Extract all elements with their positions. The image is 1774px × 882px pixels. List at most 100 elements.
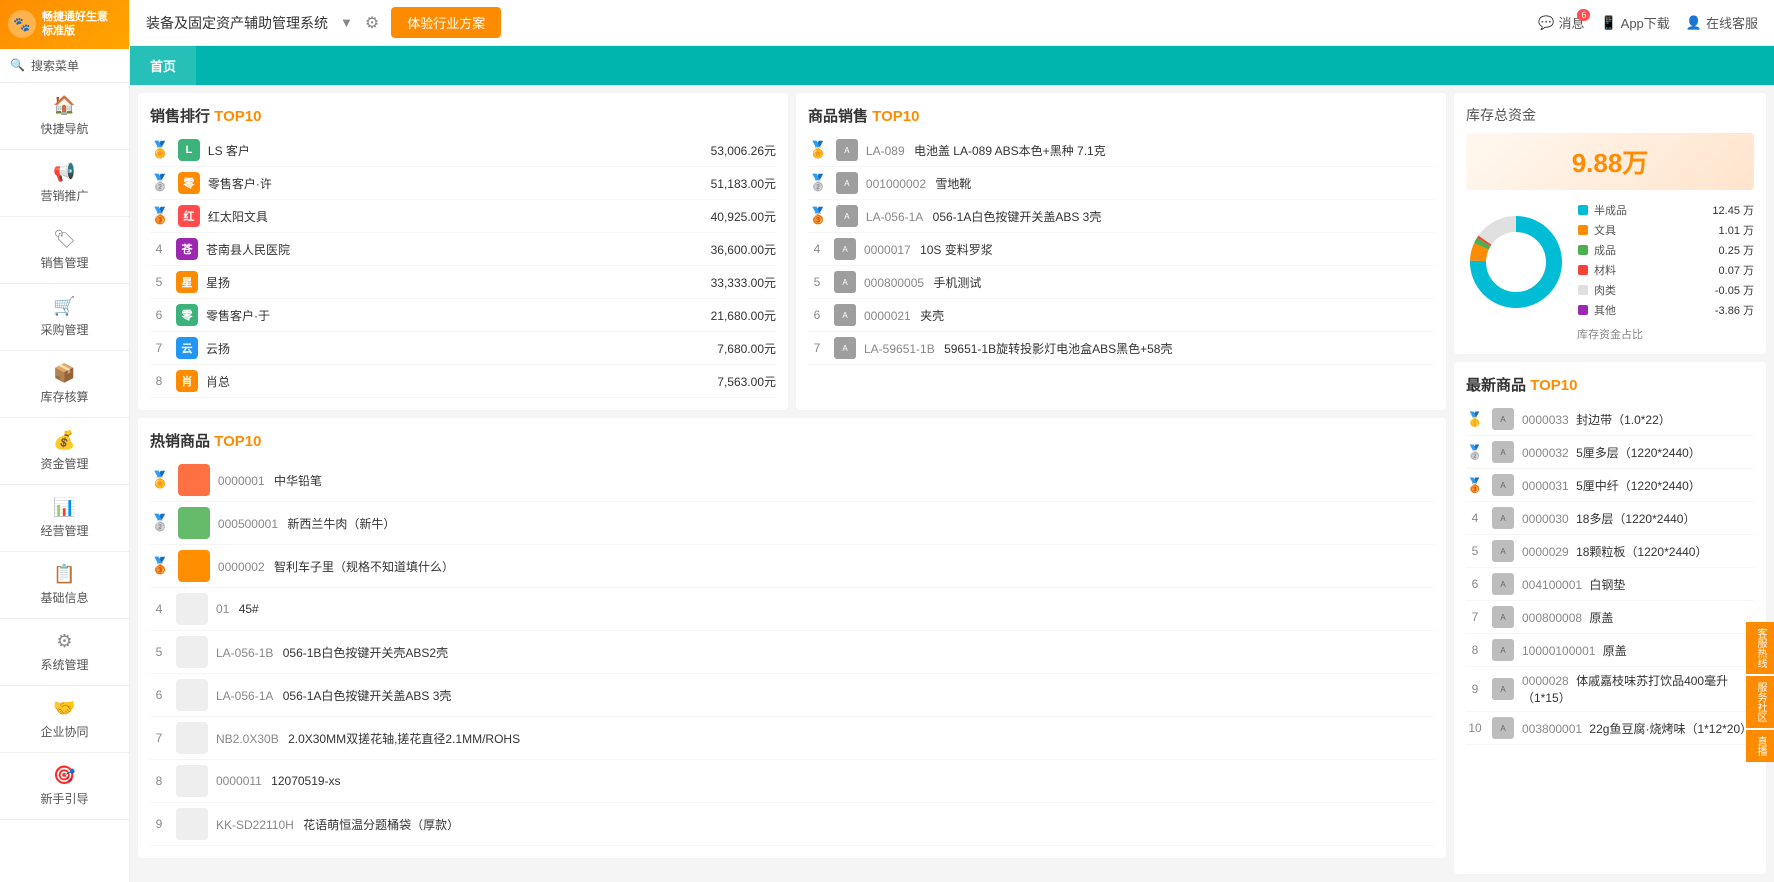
inventory-amount-value: 9.88	[1572, 148, 1623, 178]
legend-item-other: 其他 -3.86 万	[1578, 302, 1754, 318]
marketing-icon: 📢	[53, 162, 75, 183]
sidebar-item-label: 经营管理	[40, 522, 88, 539]
sales-row: 🏅 L LS 客户 53,006.26元	[150, 134, 776, 167]
sidebar-item-label: 采购管理	[40, 321, 88, 338]
main-area: 装备及固定资产辅助管理系统 ▼ ⚙ 体验行业方案 💬 消息 6 📱 App下载 …	[130, 0, 1774, 882]
float-service-community[interactable]: 服务社区	[1746, 676, 1774, 728]
app-download-button[interactable]: 📱 App下载	[1600, 13, 1669, 32]
hot-product-row-9: 9 KK-SD22110H 花语萌恒温分题桶袋（厚款）	[150, 803, 1434, 846]
prod-img-5: A	[834, 271, 856, 293]
new-rank-num-6: 6	[1466, 577, 1484, 591]
legend-item-finished: 成品 0.25 万	[1578, 242, 1754, 258]
sidebar-item-inventory[interactable]: 📦 库存核算	[0, 351, 129, 418]
customer-name-6: 零售客户·于	[206, 307, 678, 324]
logo-text: 畅捷通好生意 标准版	[42, 10, 108, 39]
hot-prod-info-3: 0000002 智利车子里（规格不知道填什么）	[218, 558, 1434, 575]
rank-badge-8: 肖	[176, 370, 198, 392]
rank-medal-1: 🏅	[150, 140, 170, 160]
finance-icon: 💰	[53, 430, 75, 451]
rank-num-5: 5	[150, 275, 168, 289]
sidebar-item-info[interactable]: 📋 基础信息	[0, 552, 129, 619]
legend-name-material: 材料	[1594, 262, 1698, 278]
customer-name-2: 零售客户·许	[208, 175, 678, 192]
phone-icon: 📱	[1600, 15, 1616, 31]
sidebar-item-sales[interactable]: 🏷 销售管理	[0, 217, 129, 284]
new-prod-row-7: 7 A 000800008 原盖	[1466, 601, 1754, 634]
sales-ranking-title: 销售排行 TOP10	[150, 105, 776, 126]
hot-rank-num-5: 5	[150, 645, 168, 659]
product-sales-row: 7 A LA-59651-1B 59651-1B旋转投影灯电池盒ABS黑色+58…	[808, 332, 1434, 365]
sidebar-search[interactable]: 🔍 搜索菜单	[0, 49, 129, 83]
online-service-button[interactable]: 👤 在线客服	[1686, 13, 1758, 32]
customer-amount-3: 40,925.00元	[686, 208, 776, 225]
product-info-4: 0000017 10S 变料罗浆	[864, 241, 1434, 258]
guide-icon: 🎯	[53, 765, 75, 786]
new-prod-info-8: 10000100001 原盖	[1522, 642, 1754, 659]
inventory-unit: 万	[1622, 148, 1648, 178]
hot-products-panel: 热销商品 TOP10 🏅 0000001 中华铅笔 🥈	[138, 418, 1446, 858]
inventory-amount: 9.88万	[1466, 133, 1754, 190]
rank-num-4: 4	[808, 242, 826, 256]
product-info-6: 0000021 夹壳	[864, 307, 1434, 324]
new-products-title: 最新商品 TOP10	[1466, 374, 1754, 395]
legend-dot-stationery	[1578, 225, 1588, 235]
legend-dot-material	[1578, 265, 1588, 275]
hot-prod-thumb-2	[178, 507, 210, 539]
trial-button[interactable]: 体验行业方案	[391, 7, 501, 38]
hot-rank-3: 🥉	[150, 556, 170, 576]
home-icon: 🏠	[53, 95, 75, 116]
new-prod-info-1: 0000033 封边带（1.0*22）	[1522, 411, 1754, 428]
legend-val-material: 0.07 万	[1704, 262, 1754, 278]
customer-amount-1: 53,006.26元	[686, 142, 776, 159]
new-rank-num-7: 7	[1466, 610, 1484, 624]
prod-img-1: A	[836, 139, 858, 161]
float-service: 客服热线 服务社区 直播	[1746, 622, 1774, 762]
rank-num-8: 8	[150, 374, 168, 388]
rank-num-7: 7	[808, 341, 826, 355]
new-prod-info-4: 0000030 18多层（1220*2440）	[1522, 510, 1754, 527]
customer-name-5: 星扬	[206, 274, 678, 291]
rank-badge-4: 苍	[176, 238, 198, 260]
new-prod-info-3: 0000031 5厘中纤（1220*2440）	[1522, 477, 1754, 494]
sidebar-item-collab[interactable]: 🤝 企业协同	[0, 686, 129, 753]
legend-val-semifinished: 12.45 万	[1704, 202, 1754, 218]
inventory-icon: 📦	[53, 363, 75, 384]
product-info-1: LA-089 电池盖 LA-089 ABS本色+黑种 7.1克	[866, 142, 1434, 159]
sidebar-item-guide[interactable]: 🎯 新手引导	[0, 753, 129, 820]
product-info-2: 001000002 雪地靴	[866, 175, 1434, 192]
message-button[interactable]: 💬 消息 6	[1538, 13, 1584, 32]
dropdown-icon[interactable]: ▼	[340, 15, 353, 30]
new-prod-row-1: 🥇 A 0000033 封边带（1.0*22）	[1466, 403, 1754, 436]
rank-badge-6: 零	[176, 304, 198, 326]
new-prod-row-2: 🥈 A 0000032 5厘多层（1220*2440）	[1466, 436, 1754, 469]
sidebar-item-finance[interactable]: 💰 资金管理	[0, 418, 129, 485]
hot-prod-thumb-6	[176, 679, 208, 711]
product-sales-row: 🥉 A LA-056-1A 056-1A白色按键开关盖ABS 3壳	[808, 200, 1434, 233]
sidebar-item-system[interactable]: ⚙ 系统管理	[0, 619, 129, 686]
hot-prod-thumb-4	[176, 593, 208, 625]
sidebar-item-marketing[interactable]: 📢 营销推广	[0, 150, 129, 217]
hot-rank-num-7: 7	[150, 731, 168, 745]
sidebar-item-home[interactable]: 🏠 快捷导航	[0, 83, 129, 150]
message-icon: 💬	[1538, 15, 1554, 31]
sidebar-item-management[interactable]: 📊 经营管理	[0, 485, 129, 552]
donut-chart	[1466, 212, 1566, 312]
float-service-live[interactable]: 直播	[1746, 730, 1774, 762]
float-service-hotline[interactable]: 客服热线	[1746, 622, 1774, 674]
gear-icon[interactable]: ⚙	[365, 13, 379, 33]
new-prod-row-4: 4 A 0000030 18多层（1220*2440）	[1466, 502, 1754, 535]
product-sales-list: 🏅 A LA-089 电池盖 LA-089 ABS本色+黑种 7.1克 🥈 A	[808, 134, 1434, 365]
hot-product-row-7: 7 NB2.0X30B 2.0X30MM双搓花轴,搓花直径2.1MM/ROHS	[150, 717, 1434, 760]
topbar-right: 💬 消息 6 📱 App下载 👤 在线客服	[1538, 13, 1758, 32]
new-rank-icon-1: 🥇	[1466, 411, 1484, 428]
sidebar: 🐾 畅捷通好生意 标准版 🔍 搜索菜单 🏠 快捷导航 📢 营销推广 🏷 销售管理…	[0, 0, 130, 882]
prod-img-4: A	[834, 238, 856, 260]
system-icon: ⚙	[56, 631, 72, 652]
new-rank-num-9: 9	[1466, 682, 1484, 696]
rank-num-5: 5	[808, 275, 826, 289]
sales-row: 8 肖 肖总 7,563.00元	[150, 365, 776, 398]
tab-home[interactable]: 首页	[130, 46, 196, 85]
sidebar-search-label: 搜索菜单	[31, 57, 79, 74]
new-rank-num-8: 8	[1466, 643, 1484, 657]
sidebar-item-purchase[interactable]: 🛒 采购管理	[0, 284, 129, 351]
